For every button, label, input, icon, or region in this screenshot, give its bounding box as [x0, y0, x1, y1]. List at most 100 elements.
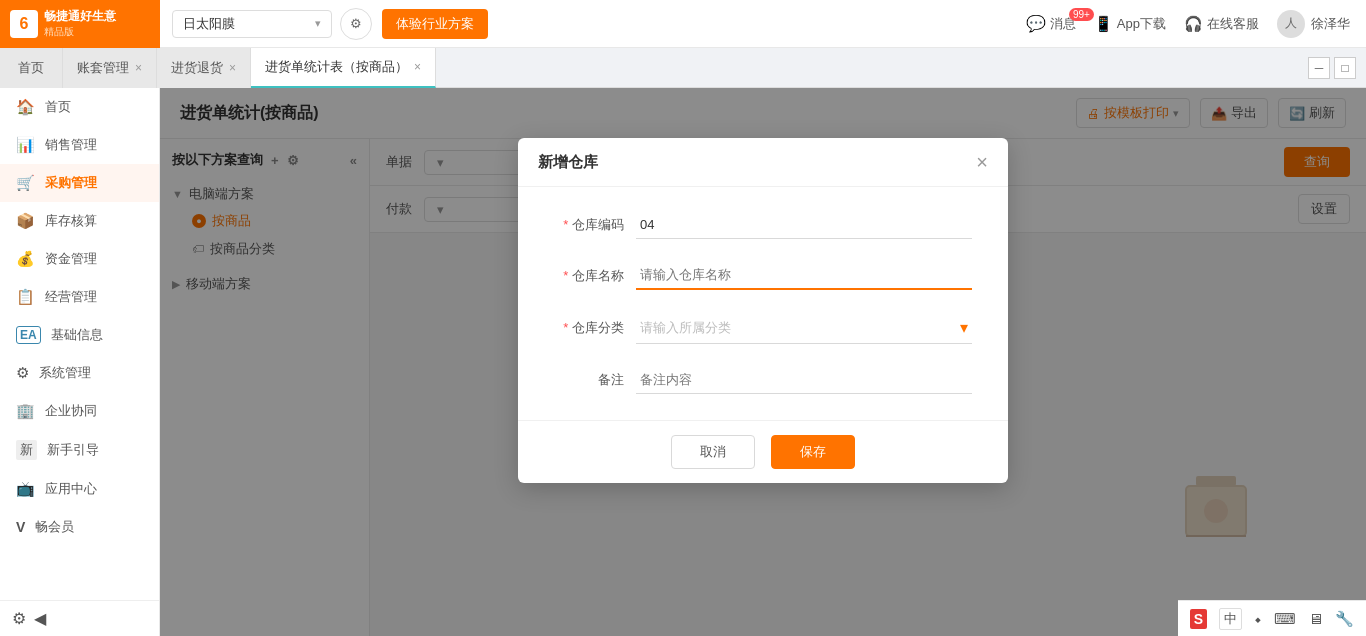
operation-icon: 📋 — [16, 288, 35, 306]
tab-active[interactable]: 进货单统计表（按商品） × — [251, 48, 436, 88]
name-input[interactable] — [636, 261, 972, 290]
tab-home[interactable]: 首页 — [0, 48, 63, 88]
form-row-remark: 备注 — [554, 366, 972, 394]
sidebar-item-basic[interactable]: EA 基础信息 — [0, 316, 159, 354]
sidebar-guide-label: 新手引导 — [47, 441, 99, 459]
message-badge: 99+ — [1069, 8, 1094, 21]
username-label: 徐泽华 — [1311, 15, 1350, 33]
form-label-code: * 仓库编码 — [554, 216, 624, 234]
bottom-keyboard-icon[interactable]: ⌨ — [1274, 610, 1296, 628]
main-layout: 🏠 首页 📊 销售管理 🛒 采购管理 📦 库存核算 💰 资金管理 📋 经营管理 … — [0, 88, 1366, 636]
sidebar-item-system[interactable]: ⚙ 系统管理 — [0, 354, 159, 392]
tab-restore-button[interactable]: □ — [1334, 57, 1356, 79]
dialog: 新增仓库 × * 仓库编码 — [518, 138, 1008, 483]
bottom-monitor-icon[interactable]: 🖥 — [1308, 610, 1323, 627]
message-item[interactable]: 💬 99+ 消息 — [1026, 14, 1076, 33]
sidebar-settings-icon[interactable]: ⚙ — [12, 609, 26, 628]
dialog-footer: 取消 保存 — [518, 420, 1008, 483]
form-row-code: * 仓库编码 — [554, 211, 972, 239]
dialog-body: * 仓库编码 * 仓库名称 — [518, 187, 1008, 420]
category-placeholder: 请输入所属分类 — [640, 319, 960, 337]
message-icon: 💬 — [1026, 14, 1046, 33]
form-row-name: * 仓库名称 — [554, 261, 972, 290]
sidebar-item-finance[interactable]: 💰 资金管理 — [0, 240, 159, 278]
vip-icon: V — [16, 519, 25, 535]
enterprise-icon: 🏢 — [16, 402, 35, 420]
avatar: 人 — [1277, 10, 1305, 38]
sidebar-item-operation[interactable]: 📋 经营管理 — [0, 278, 159, 316]
appcenter-icon: 📺 — [16, 480, 35, 498]
app-download-label: App下载 — [1117, 15, 1166, 33]
sidebar-inventory-label: 库存核算 — [45, 212, 97, 230]
tab-accounts-label: 账套管理 — [77, 59, 129, 77]
tab-home-label: 首页 — [18, 59, 44, 77]
sidebar-purchase-label: 采购管理 — [45, 174, 97, 192]
sidebar-item-vip[interactable]: V 畅会员 — [0, 508, 159, 546]
modal-overlay[interactable]: 新增仓库 × * 仓库编码 — [160, 88, 1366, 636]
trial-button[interactable]: 体验行业方案 — [382, 9, 488, 39]
sidebar-item-guide[interactable]: 新 新手引导 — [0, 430, 159, 470]
cancel-button[interactable]: 取消 — [671, 435, 755, 469]
form-label-remark: 备注 — [554, 371, 624, 389]
tab-active-label: 进货单统计表（按商品） — [265, 58, 408, 76]
required-star-name: * — [563, 268, 568, 283]
form-label-name: * 仓库名称 — [554, 267, 624, 285]
sidebar-home-label: 首页 — [45, 98, 71, 116]
app-download-item[interactable]: 📱 App下载 — [1094, 15, 1166, 33]
tab-accounts[interactable]: 账套管理 × — [63, 48, 157, 88]
sidebar-enterprise-label: 企业协同 — [45, 402, 97, 420]
tab-purchase-return[interactable]: 进货退货 × — [157, 48, 251, 88]
sidebar-finance-label: 资金管理 — [45, 250, 97, 268]
required-star-category: * — [563, 320, 568, 335]
finance-icon: 💰 — [16, 250, 35, 268]
sidebar-item-inventory[interactable]: 📦 库存核算 — [0, 202, 159, 240]
category-dropdown-icon: ▾ — [960, 318, 968, 337]
tab-actions: ─ □ — [1308, 57, 1366, 79]
bottom-chinese-icon[interactable]: 中 — [1219, 608, 1242, 630]
purchase-icon: 🛒 — [16, 174, 35, 192]
user-area[interactable]: 人 徐泽华 — [1277, 10, 1350, 38]
sales-icon: 📊 — [16, 136, 35, 154]
remark-input[interactable] — [636, 366, 972, 394]
online-service-label: 在线客服 — [1207, 15, 1259, 33]
tab-active-close-icon[interactable]: × — [414, 60, 421, 74]
form-label-category: * 仓库分类 — [554, 319, 624, 337]
sidebar-vip-label: 畅会员 — [35, 518, 74, 536]
phone-icon: 📱 — [1094, 15, 1113, 33]
tab-bar: 首页 账套管理 × 进货退货 × 进货单统计表（按商品） × ─ □ — [0, 48, 1366, 88]
category-select[interactable]: 请输入所属分类 ▾ — [636, 312, 972, 344]
header-right: 💬 99+ 消息 📱 App下载 🎧 在线客服 人 徐泽华 — [1026, 10, 1366, 38]
online-service-item[interactable]: 🎧 在线客服 — [1184, 15, 1259, 33]
content-area: 进货单统计(按商品) 🖨 按模板打印 ▾ 📤 导出 🔄 刷新 — [160, 88, 1366, 636]
bottom-logo: S — [1190, 609, 1207, 629]
sidebar-operation-label: 经营管理 — [45, 288, 97, 306]
sidebar-item-home[interactable]: 🏠 首页 — [0, 88, 159, 126]
sidebar-item-purchase[interactable]: 🛒 采购管理 — [0, 164, 159, 202]
top-header: 6 畅捷通好生意 精品版 日太阳膜 ▾ ⚙ 体验行业方案 💬 99+ 消息 📱 … — [0, 0, 1366, 48]
sidebar-item-enterprise[interactable]: 🏢 企业协同 — [0, 392, 159, 430]
tab-purchase-return-label: 进货退货 — [171, 59, 223, 77]
basic-icon: EA — [16, 326, 41, 344]
logo-icon: 6 — [10, 10, 38, 38]
system-icon: ⚙ — [16, 364, 29, 382]
bottom-tools-icon[interactable]: 🔧 — [1335, 610, 1354, 628]
gear-button[interactable]: ⚙ — [340, 8, 372, 40]
dialog-header: 新增仓库 × — [518, 138, 1008, 187]
sidebar-sales-label: 销售管理 — [45, 136, 97, 154]
tab-purchase-return-close-icon[interactable]: × — [229, 61, 236, 75]
home-icon: 🏠 — [16, 98, 35, 116]
save-button[interactable]: 保存 — [771, 435, 855, 469]
bottom-dot-icon[interactable]: ⬥ — [1254, 611, 1262, 626]
sidebar-item-appcenter[interactable]: 📺 应用中心 — [0, 470, 159, 508]
sidebar-item-sales[interactable]: 📊 销售管理 — [0, 126, 159, 164]
required-star: * — [563, 217, 568, 232]
tab-accounts-close-icon[interactable]: × — [135, 61, 142, 75]
sidebar-basic-label: 基础信息 — [51, 326, 103, 344]
code-input[interactable] — [636, 211, 972, 239]
tab-minimize-button[interactable]: ─ — [1308, 57, 1330, 79]
dialog-close-button[interactable]: × — [976, 152, 988, 172]
sidebar: 🏠 首页 📊 销售管理 🛒 采购管理 📦 库存核算 💰 资金管理 📋 经营管理 … — [0, 88, 160, 636]
sidebar-toggle-icon[interactable]: ◀ — [34, 609, 46, 628]
search-bar[interactable]: 日太阳膜 ▾ — [172, 10, 332, 38]
guide-icon: 新 — [16, 440, 37, 460]
